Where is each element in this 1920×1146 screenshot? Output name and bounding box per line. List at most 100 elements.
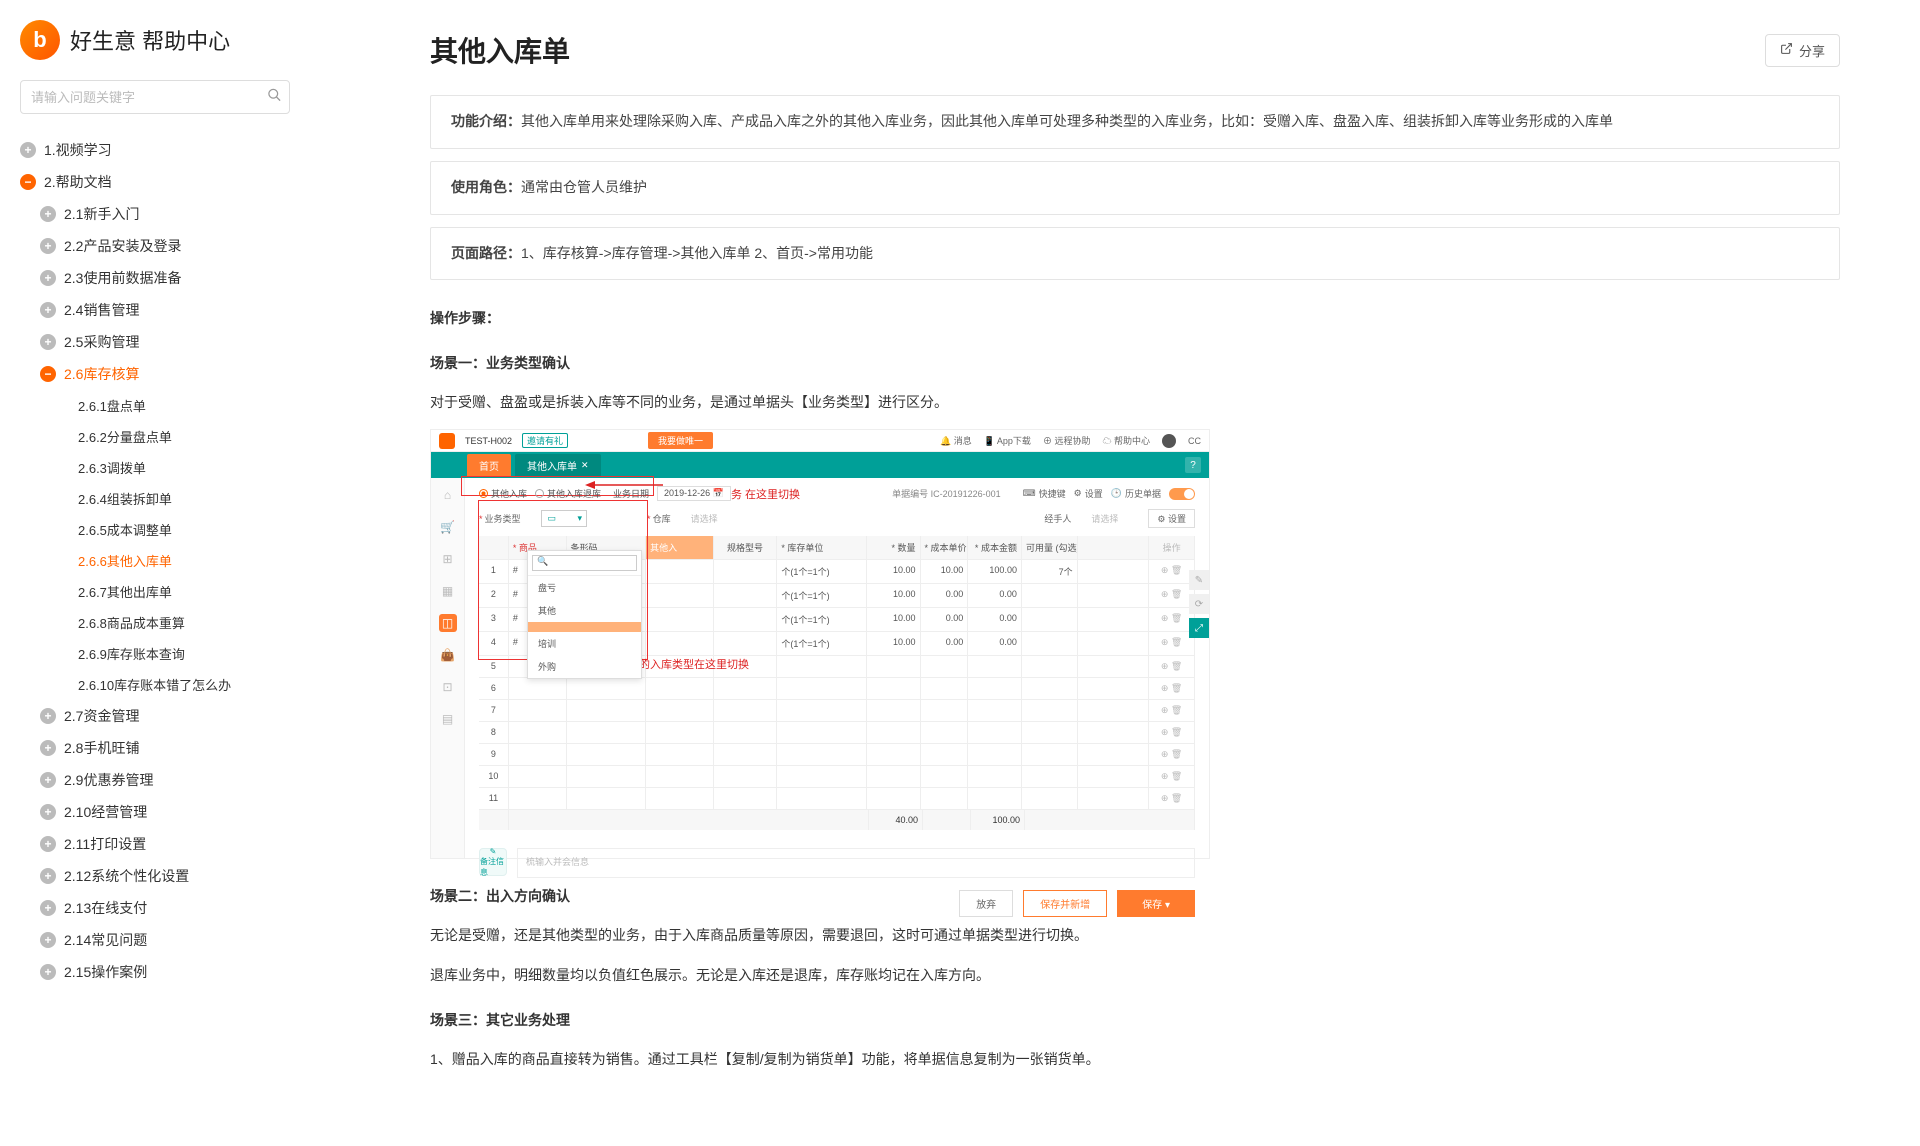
dock-icon: ✎: [1189, 570, 1209, 590]
ss-remark-input: 梳输入并会信息: [517, 848, 1195, 878]
ss-tabbar: 首页 其他入库单✕ ?: [431, 452, 1209, 478]
nav-item[interactable]: 2.6.4组装拆卸单: [20, 483, 290, 514]
nav-label: 2.6.9库存账本查询: [78, 644, 185, 663]
nav-label: 2.14常见问题: [64, 930, 147, 950]
nav-item[interactable]: 2.6.5成本调整单: [20, 514, 290, 545]
nav-item[interactable]: +2.11打印设置: [20, 828, 290, 860]
nav-label: 2.帮助文档: [44, 172, 112, 192]
nav-label: 2.6.5成本调整单: [78, 520, 172, 539]
nav-item[interactable]: 2.6.8商品成本重算: [20, 607, 290, 638]
plus-icon: +: [40, 740, 56, 756]
ss-rightdock: ✎ ⟳ ⤢: [1189, 570, 1209, 638]
plus-icon: +: [40, 932, 56, 948]
nav-item[interactable]: +2.14常见问题: [20, 924, 290, 956]
nav-item[interactable]: −2.帮助文档: [20, 166, 290, 198]
nav-label: 2.15操作案例: [64, 962, 147, 982]
nav-item[interactable]: +2.4销售管理: [20, 294, 290, 326]
ss-btn-save: 保存 ▾: [1117, 890, 1195, 917]
nav-item[interactable]: −2.6库存核算: [20, 358, 290, 390]
nav-label: 2.11打印设置: [64, 834, 146, 854]
ss-setting-btn: ⚙ 设置: [1148, 509, 1195, 528]
ss-dropdown: 🔍 盘亏 其他 培训 外购: [527, 550, 642, 679]
ss-dd-search: 🔍: [532, 555, 637, 571]
minus-icon: −: [40, 366, 56, 382]
main-content: 其他入库单 分享 功能介绍：其他入库单用来处理除采购入库、产成品入库之外的其他入…: [310, 0, 1880, 1146]
nav-item[interactable]: +1.视频学习: [20, 134, 290, 166]
ss-tr: 7⊕ 🗑: [479, 700, 1195, 722]
scene3-p1: 1、赠品入库的商品直接转为销售。通过工具栏【复制/复制为销货单】功能，将单据信息…: [430, 1046, 1840, 1073]
nav-label: 2.6.8商品成本重算: [78, 613, 185, 632]
nav-tree: +1.视频学习−2.帮助文档+2.1新手入门+2.2产品安装及登录+2.3使用前…: [20, 134, 290, 988]
ss-top-right: 🔔 消息 📱 App下载 ⊕ 远程协助 ☁ 帮助中心 CC: [940, 434, 1201, 448]
ss-handler-hint: 请选择: [1091, 512, 1118, 525]
nav-item[interactable]: 2.6.2分量盘点单: [20, 421, 290, 452]
nav-item[interactable]: +2.15操作案例: [20, 956, 290, 988]
plus-icon: +: [40, 900, 56, 916]
nav-item[interactable]: +2.12系统个性化设置: [20, 860, 290, 892]
ss-form-row: *业务类型 ▭▾ *仓库 请选择 经手人 请选择 ⚙ 设置: [479, 509, 1195, 528]
ss-remote-icon: ⊕ 远程协助: [1043, 434, 1091, 447]
ss-app-icon: 📱 App下载: [984, 434, 1031, 447]
ss-header-row: 其他入库 其他入库退库 业务日期 2019-12-26 📅 单据编号 IC-20…: [479, 486, 1195, 501]
cart-icon: 🛒: [439, 518, 457, 536]
info-box-path: 页面路径：1、库存核算->库存管理->其他入库单 2、首页->常用功能: [430, 227, 1840, 281]
ss-top-orange-btn: 我要做唯一: [648, 432, 713, 449]
plus-icon: +: [40, 270, 56, 286]
nav-item[interactable]: +2.1新手入门: [20, 198, 290, 230]
share-button[interactable]: 分享: [1765, 34, 1840, 67]
ss-dd-item: 外购: [528, 655, 641, 678]
nav-item[interactable]: 2.6.6其他入库单: [20, 545, 290, 576]
ss-radio-in: 其他入库: [479, 487, 527, 500]
brand-title: 好生意 帮助中心: [70, 24, 230, 56]
nav-label: 2.6.2分量盘点单: [78, 427, 172, 446]
ss-tool-hist: 🕒 历史单据: [1111, 487, 1161, 500]
plus-icon: +: [40, 238, 56, 254]
plus-icon: +: [40, 302, 56, 318]
nav-item[interactable]: 2.6.1盘点单: [20, 390, 290, 421]
ss-biznum: 单据编号 IC-20191226-001: [892, 487, 1001, 500]
brand: b 好生意 帮助中心: [20, 20, 290, 60]
info-text: 其他入库单用来处理除采购入库、产成品入库之外的其他入库业务，因此其他入库单可处理…: [521, 113, 1613, 129]
nav-label: 2.9优惠券管理: [64, 770, 153, 790]
plus-icon: +: [40, 836, 56, 852]
close-icon: ✕: [581, 460, 589, 471]
ss-tr: 10⊕ 🗑: [479, 766, 1195, 788]
ss-license: 邀请有礼: [522, 433, 568, 448]
nav-item[interactable]: 2.6.10库存账本错了怎么办: [20, 669, 290, 700]
nav-item[interactable]: +2.5采购管理: [20, 326, 290, 358]
ss-topbar: TEST-H002 邀请有礼 我要做唯一 🔔 消息 📱 App下载 ⊕ 远程协助…: [431, 430, 1209, 452]
ss-help-icon: ?: [1185, 457, 1201, 473]
info-text: 通常由仓管人员维护: [521, 179, 647, 195]
ss-tab-home: 首页: [467, 454, 511, 477]
nav-item[interactable]: +2.3使用前数据准备: [20, 262, 290, 294]
ss-leftbar: ⌂ 🛒 ⊞ ▦ ◫ 👜 ⊡ ▤: [431, 478, 465, 858]
nav-label: 2.4销售管理: [64, 300, 139, 320]
ss-toggle: [1169, 488, 1195, 500]
ss-tool-set: ⚙ 设置: [1074, 487, 1103, 500]
share-icon: [1780, 42, 1793, 58]
search-icon[interactable]: [267, 88, 282, 107]
search-input[interactable]: [20, 80, 290, 114]
nav-item[interactable]: +2.10经营管理: [20, 796, 290, 828]
nav-item[interactable]: +2.2产品安装及登录: [20, 230, 290, 262]
nav-item[interactable]: 2.6.3调拨单: [20, 452, 290, 483]
ss-tr: 6⊕ 🗑: [479, 678, 1195, 700]
ss-tr: 11⊕ 🗑: [479, 788, 1195, 810]
nav-label: 2.6.10库存账本错了怎么办: [78, 675, 231, 694]
plus-icon: +: [40, 804, 56, 820]
nav-item[interactable]: +2.8手机旺铺: [20, 732, 290, 764]
ss-warehouse-hint: 请选择: [691, 512, 718, 525]
remark-icon: ✎备注信息: [479, 848, 507, 876]
scene1-title: 场景一：业务类型确认: [430, 350, 1840, 377]
nav-item[interactable]: 2.6.9库存账本查询: [20, 638, 290, 669]
nav-item[interactable]: +2.13在线支付: [20, 892, 290, 924]
scene1-text: 对于受赠、盘盈或是拆装入库等不同的业务，是通过单据头【业务类型】进行区分。: [430, 389, 1840, 416]
info-label: 使用角色：: [451, 179, 521, 195]
nav-item[interactable]: 2.6.7其他出库单: [20, 576, 290, 607]
nav-item[interactable]: +2.9优惠券管理: [20, 764, 290, 796]
share-label: 分享: [1799, 41, 1825, 60]
ss-bizdate: 2019-12-26 📅: [657, 486, 731, 501]
scene2-p2: 退库业务中，明细数量均以负值红色展示。无论是入库还是退库，库存账均记在入库方向。: [430, 962, 1840, 989]
nav-item[interactable]: +2.7资金管理: [20, 700, 290, 732]
info-label: 功能介绍：: [451, 113, 521, 129]
